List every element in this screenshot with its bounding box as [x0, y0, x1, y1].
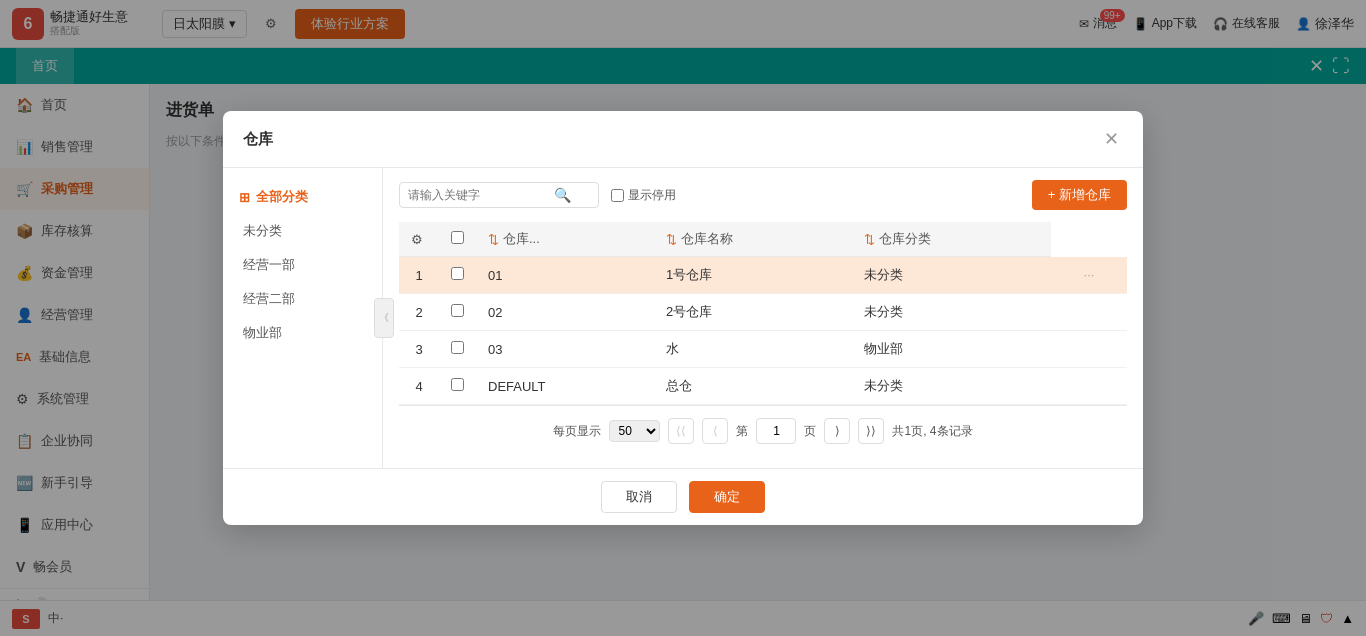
- show-disabled-checkbox[interactable]: [611, 189, 624, 202]
- search-icon[interactable]: 🔍: [554, 187, 571, 203]
- per-page-select[interactable]: 50 100: [609, 420, 660, 442]
- row-checkbox[interactable]: [451, 378, 464, 391]
- row-number: 1: [399, 257, 439, 294]
- modal-title: 仓库: [243, 130, 273, 149]
- row-checkbox-cell: [439, 368, 476, 405]
- modal-header: 仓库 ✕: [223, 111, 1143, 168]
- row-category-cell: 未分类: [852, 294, 1051, 331]
- row-code-cell: 03: [476, 331, 654, 368]
- warehouse-modal: 仓库 ✕ ⊞ 全部分类 未分类 经营一部 经营二部: [223, 111, 1143, 525]
- row-number: 3: [399, 331, 439, 368]
- col-checkbox: [439, 222, 476, 257]
- category-all-header[interactable]: ⊞ 全部分类: [223, 180, 382, 214]
- grid-icon: ⊞: [239, 190, 250, 205]
- sort-icon-name: ⇅: [666, 232, 677, 247]
- last-page-button[interactable]: ⟩⟩: [858, 418, 884, 444]
- first-page-button[interactable]: ⟨⟨: [668, 418, 694, 444]
- modal-body: ⊞ 全部分类 未分类 经营一部 经营二部 物业部 《: [223, 168, 1143, 468]
- col-category: ⇅ 仓库分类: [852, 222, 1051, 257]
- row-name-cell: 水: [654, 331, 853, 368]
- row-category-cell: 未分类: [852, 368, 1051, 405]
- category-item-dept1[interactable]: 经营一部: [223, 248, 382, 282]
- row-number: 4: [399, 368, 439, 405]
- row-actions-cell: [1051, 331, 1127, 368]
- row-checkbox[interactable]: [451, 341, 464, 354]
- confirm-button[interactable]: 确定: [689, 481, 765, 513]
- prev-page-button[interactable]: ⟨: [702, 418, 728, 444]
- row-code-cell: 02: [476, 294, 654, 331]
- row-checkbox[interactable]: [451, 267, 464, 280]
- modal-footer: 取消 确定: [223, 468, 1143, 525]
- col-settings: ⚙: [399, 222, 439, 257]
- table-row[interactable]: 3 03 水 物业部: [399, 331, 1127, 368]
- cancel-button[interactable]: 取消: [601, 481, 677, 513]
- table-row[interactable]: 1 01 1号仓库 未分类 ···: [399, 257, 1127, 294]
- row-actions-cell: [1051, 294, 1127, 331]
- category-item-dept2[interactable]: 经营二部: [223, 282, 382, 316]
- table-row[interactable]: 4 DEFAULT 总仓 未分类: [399, 368, 1127, 405]
- row-checkbox-cell: [439, 331, 476, 368]
- table-toolbar: 🔍 显示停用 + 新增仓库: [399, 180, 1127, 210]
- row-actions-cell: ···: [1051, 257, 1127, 294]
- page-number-input[interactable]: [756, 418, 796, 444]
- col-name: ⇅ 仓库名称: [654, 222, 853, 257]
- warehouse-table: ⚙ ⇅ 仓库...: [399, 222, 1127, 405]
- row-checkbox-cell: [439, 257, 476, 294]
- search-input[interactable]: [408, 188, 548, 202]
- category-item-unclassified[interactable]: 未分类: [223, 214, 382, 248]
- add-warehouse-button[interactable]: + 新增仓库: [1032, 180, 1127, 210]
- select-all-checkbox[interactable]: [451, 231, 464, 244]
- row-name-cell: 总仓: [654, 368, 853, 405]
- modal-close-button[interactable]: ✕: [1099, 127, 1123, 151]
- table-panel: 🔍 显示停用 + 新增仓库 ⚙: [383, 168, 1143, 468]
- row-checkbox[interactable]: [451, 304, 464, 317]
- collapse-panel-button[interactable]: 《: [374, 298, 394, 338]
- row-category-cell: 物业部: [852, 331, 1051, 368]
- pagination: 每页显示 50 100 ⟨⟨ ⟨ 第 页 ⟩ ⟩⟩ 共1页, 4条记录: [399, 405, 1127, 456]
- col-code: ⇅ 仓库...: [476, 222, 654, 257]
- row-name-cell: 1号仓库: [654, 257, 853, 294]
- row-name-cell: 2号仓库: [654, 294, 853, 331]
- row-category-cell: 未分类: [852, 257, 1051, 294]
- category-panel: ⊞ 全部分类 未分类 经营一部 经营二部 物业部 《: [223, 168, 383, 468]
- sort-icon-code: ⇅: [488, 232, 499, 247]
- more-actions-icon[interactable]: ···: [1084, 267, 1095, 282]
- show-disabled-label[interactable]: 显示停用: [611, 187, 676, 204]
- modal-overlay[interactable]: 仓库 ✕ ⊞ 全部分类 未分类 经营一部 经营二部: [0, 0, 1366, 636]
- next-page-button[interactable]: ⟩: [824, 418, 850, 444]
- search-wrapper: 🔍: [399, 182, 599, 208]
- row-code-cell: DEFAULT: [476, 368, 654, 405]
- row-code-cell: 01: [476, 257, 654, 294]
- row-checkbox-cell: [439, 294, 476, 331]
- sort-icon-cat: ⇅: [864, 232, 875, 247]
- row-actions-cell: [1051, 368, 1127, 405]
- row-number: 2: [399, 294, 439, 331]
- table-row[interactable]: 2 02 2号仓库 未分类: [399, 294, 1127, 331]
- category-item-property[interactable]: 物业部: [223, 316, 382, 350]
